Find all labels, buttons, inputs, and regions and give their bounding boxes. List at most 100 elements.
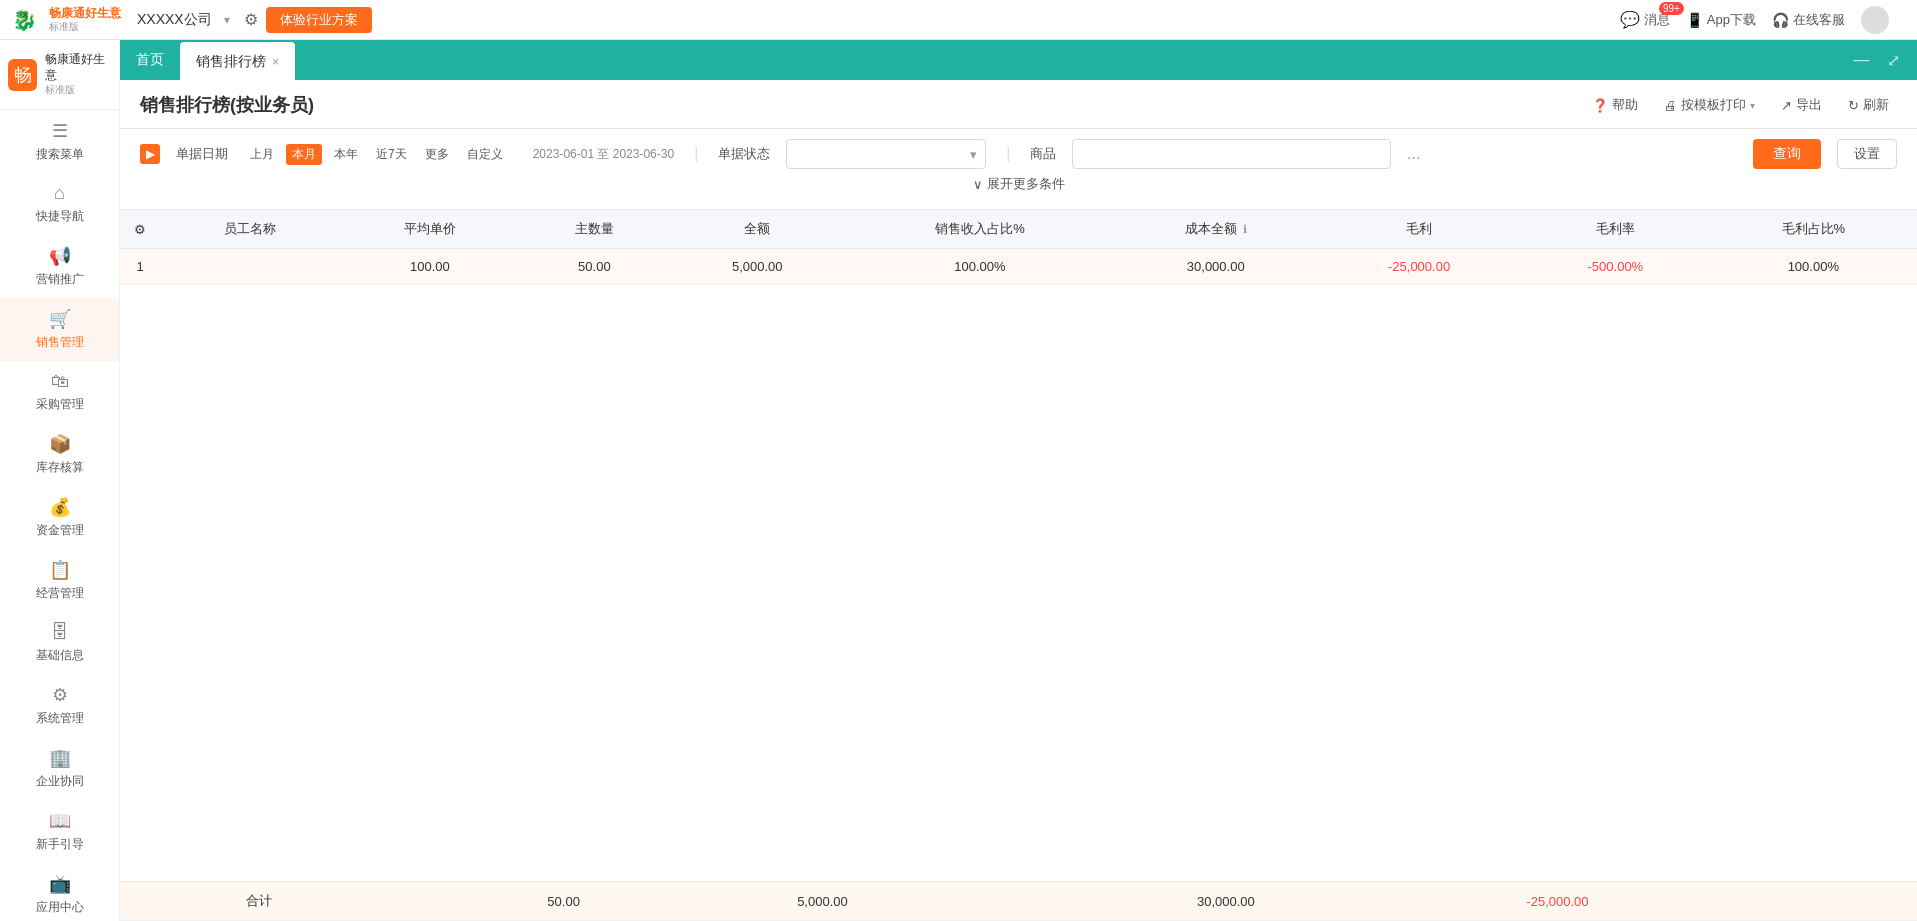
window-minimize-btn[interactable]: — — [1849, 48, 1873, 72]
sidebar-item-sales[interactable]: 🛒 销售管理 — [0, 298, 119, 361]
sidebar-item-system[interactable]: ⚙ 系统管理 — [0, 674, 119, 737]
print-icon: 🖨 — [1664, 98, 1677, 113]
purchase-icon: 🛍 — [51, 371, 69, 392]
expand-more-btn[interactable]: ∨ 展开更多条件 — [140, 169, 1897, 199]
sales-icon: 🛒 — [49, 308, 71, 330]
date-range-display: 2023-06-01 至 2023-06-30 — [533, 146, 674, 163]
settings-button[interactable]: 设置 — [1837, 139, 1897, 169]
sidebar-item-marketing[interactable]: 📢 营销推广 — [0, 235, 119, 298]
sidebar-item-finance[interactable]: 💰 资金管理 — [0, 486, 119, 549]
basic-info-icon: 🗄 — [51, 622, 69, 643]
shortcuts-icon: ⌂ — [54, 183, 65, 204]
message-icon[interactable]: 💬 消息 99+ — [1620, 10, 1670, 29]
sidebar-item-search[interactable]: ☰ 搜索菜单 — [0, 110, 119, 173]
date-btn-custom[interactable]: 自定义 — [461, 144, 509, 165]
help-btn[interactable]: ❓ 帮助 — [1584, 92, 1646, 118]
sidebar-logo-icon: 畅 — [8, 59, 37, 91]
expand-chevron-icon: ∨ — [973, 177, 983, 192]
table-wrapper: ⚙ 员工名称 平均单价 主数量 全额 销售收入占比% 成本全额 ℹ — [120, 210, 1917, 921]
trial-button[interactable]: 体验行业方案 — [266, 7, 372, 33]
print-btn[interactable]: 🖨 按模板打印 ▾ — [1656, 92, 1763, 118]
date-btn-7days[interactable]: 近7天 — [370, 144, 413, 165]
goods-input[interactable] — [1072, 139, 1391, 169]
filter-area: ▶ 单据日期 上月 本月 本年 近7天 更多 自定义 2023-06-01 至 … — [120, 129, 1917, 210]
refresh-icon: ↻ — [1848, 98, 1859, 113]
goods-more-icon[interactable]: ... — [1407, 145, 1420, 163]
export-btn[interactable]: ↗ 导出 — [1773, 92, 1830, 118]
td-qty: 50.00 — [520, 249, 669, 285]
footer-qty: 50.00 — [452, 882, 675, 921]
sidebar-label-purchase: 采购管理 — [36, 396, 84, 413]
th-gross-pct: 毛利占比% — [1710, 210, 1917, 249]
td-amount: 5,000.00 — [669, 249, 846, 285]
sidebar-item-enterprise[interactable]: 🏢 企业协同 — [0, 737, 119, 800]
status-filter-label: 单据状态 — [718, 145, 770, 163]
date-btn-last-month[interactable]: 上月 — [244, 144, 280, 165]
sidebar-label-marketing: 营销推广 — [36, 271, 84, 288]
footer-empty-settings — [120, 882, 160, 921]
table-container[interactable]: ⚙ 员工名称 平均单价 主数量 全额 销售收入占比% 成本全额 ℹ — [120, 210, 1917, 881]
export-icon: ↗ — [1781, 98, 1792, 113]
page-content: 销售排行榜(按业务员) ❓ 帮助 🖨 按模板打印 ▾ ↗ — [120, 80, 1917, 921]
status-select[interactable]: ▾ — [786, 139, 986, 169]
topbar-settings-icon[interactable]: ⚙ — [244, 10, 258, 29]
footer-cost: 30,000.00 — [1064, 882, 1387, 921]
td-cost: 30,000.00 — [1114, 249, 1317, 285]
content-area: 首页 销售排行榜 × — ⤢ 销售排行榜(按业务员) ❓ — [120, 40, 1917, 921]
sidebar-item-inventory[interactable]: 📦 库存核算 — [0, 423, 119, 486]
print-dropdown-icon[interactable]: ▾ — [1750, 100, 1755, 111]
footer-row: 合计 50.00 5,000.00 30,000.00 -25,000.00 — [120, 882, 1917, 921]
company-dropdown-icon[interactable]: ▾ — [224, 13, 230, 27]
main-layout: 畅 畅康通好生意 标准版 ☰ 搜索菜单 ⌂ 快捷导航 📢 营销推广 🛒 销售管理… — [0, 40, 1917, 921]
date-shortcuts: 上月 本月 本年 近7天 更多 自定义 — [244, 144, 509, 165]
page-header: 销售排行榜(按业务员) ❓ 帮助 🖨 按模板打印 ▾ ↗ — [120, 80, 1917, 129]
operations-icon: 📋 — [49, 559, 71, 581]
table-header-row: ⚙ 员工名称 平均单价 主数量 全额 销售收入占比% 成本全额 ℹ — [120, 210, 1917, 249]
sidebar-label-search: 搜索菜单 — [36, 146, 84, 163]
page-title: 销售排行榜(按业务员) — [140, 93, 314, 117]
tab-home[interactable]: 首页 — [120, 40, 180, 80]
user-avatar[interactable] — [1861, 6, 1889, 34]
date-btn-this-year[interactable]: 本年 — [328, 144, 364, 165]
sidebar-item-purchase[interactable]: 🛍 采购管理 — [0, 361, 119, 423]
td-revenue-pct: 100.00% — [846, 249, 1115, 285]
inventory-icon: 📦 — [49, 433, 71, 455]
date-btn-more[interactable]: 更多 — [419, 144, 455, 165]
footer-label: 合计 — [160, 882, 357, 921]
sidebar-label-enterprise: 企业协同 — [36, 773, 84, 790]
th-cost: 成本全额 ℹ — [1114, 210, 1317, 249]
query-button[interactable]: 查询 — [1753, 139, 1821, 169]
th-settings[interactable]: ⚙ — [120, 210, 160, 249]
msg-badge: 99+ — [1659, 2, 1684, 15]
finance-icon: 💰 — [49, 496, 71, 518]
refresh-btn[interactable]: ↻ 刷新 — [1840, 92, 1897, 118]
filter-row-1: ▶ 单据日期 上月 本月 本年 近7天 更多 自定义 2023-06-01 至 … — [140, 139, 1897, 169]
sidebar-item-apps[interactable]: 📺 应用中心 — [0, 863, 119, 921]
enterprise-icon: 🏢 — [49, 747, 71, 769]
th-gross-rate: 毛利率 — [1521, 210, 1710, 249]
filter-collapse-btn[interactable]: ▶ — [140, 144, 160, 164]
online-service-btn[interactable]: 🎧 在线客服 — [1772, 11, 1845, 29]
sidebar-item-basic[interactable]: 🗄 基础信息 — [0, 612, 119, 674]
page-title-row: 销售排行榜(按业务员) ❓ 帮助 🖨 按模板打印 ▾ ↗ — [140, 92, 1897, 128]
sidebar: 畅 畅康通好生意 标准版 ☰ 搜索菜单 ⌂ 快捷导航 📢 营销推广 🛒 销售管理… — [0, 40, 120, 921]
company-name: XXXXX公司 — [137, 11, 212, 29]
date-btn-this-month[interactable]: 本月 — [286, 144, 322, 165]
goods-filter-label: 商品 — [1030, 145, 1056, 163]
date-filter-label: 单据日期 — [176, 145, 228, 163]
tab-sales-ranking[interactable]: 销售排行榜 × — [180, 42, 295, 82]
sidebar-item-guide[interactable]: 📖 新手引导 — [0, 800, 119, 863]
td-gross-pct: 100.00% — [1710, 249, 1917, 285]
td-employee-name — [160, 249, 340, 285]
tab-close-btn[interactable]: × — [272, 55, 279, 69]
app-download-btn[interactable]: 📱 App下载 — [1686, 11, 1756, 29]
sales-ranking-table: ⚙ 员工名称 平均单价 主数量 全额 销售收入占比% 成本全额 ℹ — [120, 210, 1917, 285]
sidebar-item-operations[interactable]: 📋 经营管理 — [0, 549, 119, 612]
sidebar-item-shortcuts[interactable]: ⌂ 快捷导航 — [0, 173, 119, 235]
app-logo-sub: 标准版 — [49, 21, 121, 33]
td-rank: 1 — [120, 249, 160, 285]
cost-info-icon[interactable]: ℹ — [1243, 223, 1247, 235]
footer-amount: 5,000.00 — [675, 882, 969, 921]
window-maximize-btn[interactable]: ⤢ — [1881, 48, 1905, 72]
sidebar-label-basic: 基础信息 — [36, 647, 84, 664]
